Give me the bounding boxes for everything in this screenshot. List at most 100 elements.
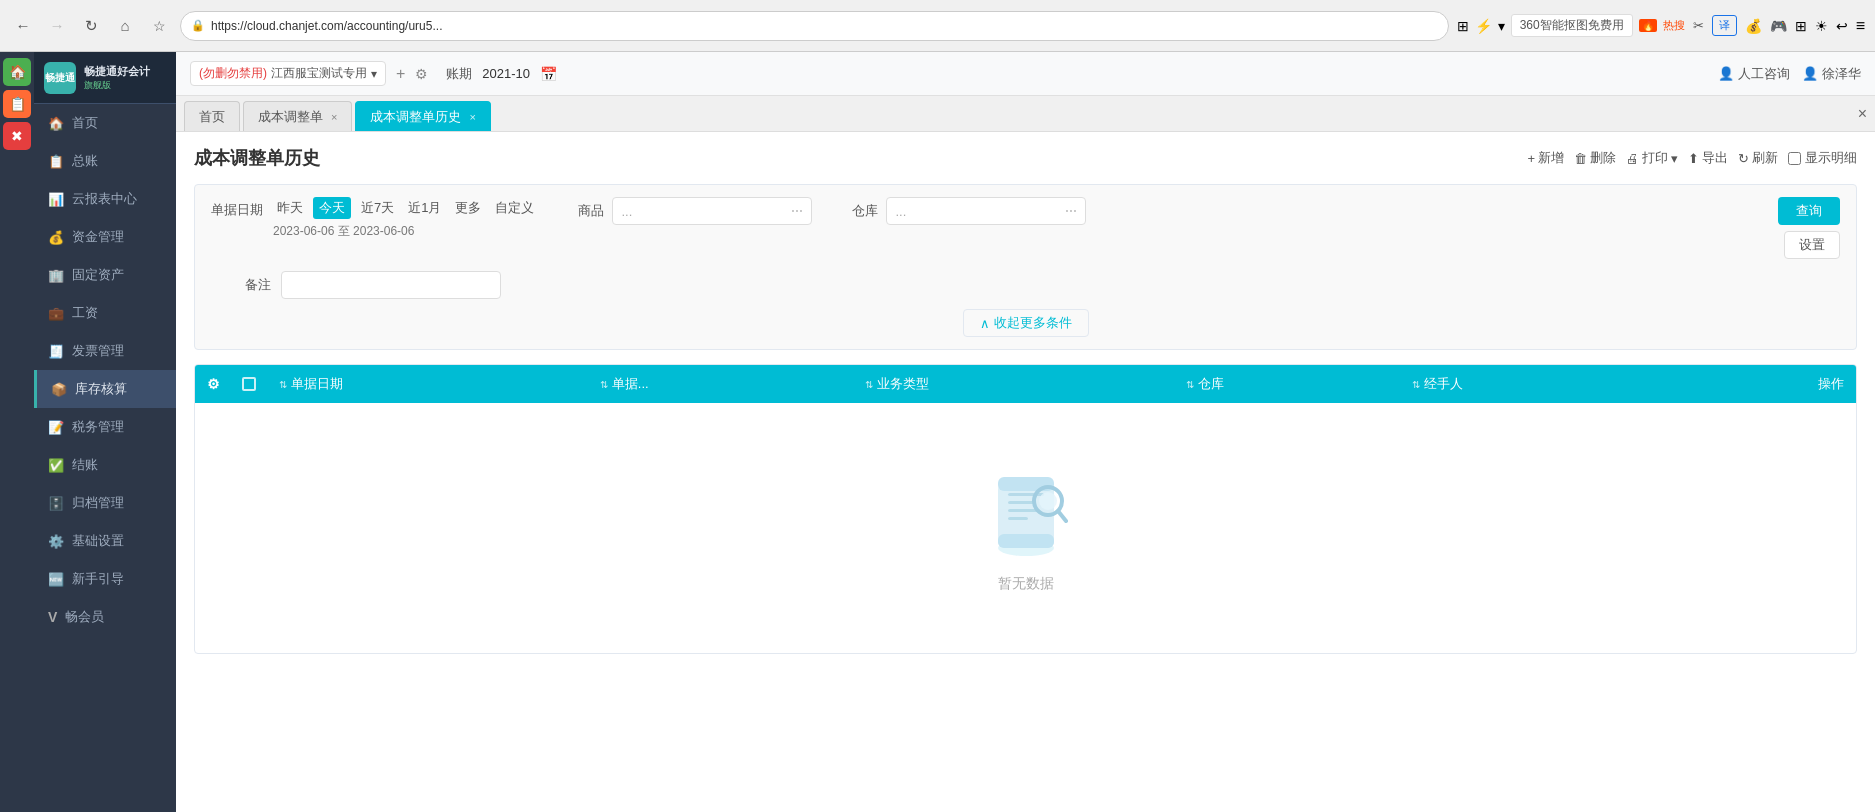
tab-history[interactable]: 成本调整单历史 ×: [355, 101, 490, 131]
lightning-button[interactable]: ⚡: [1475, 18, 1492, 34]
svg-rect-3: [998, 534, 1054, 548]
print-button[interactable]: 🖨 打印 ▾: [1626, 149, 1678, 167]
salary-icon: 💼: [48, 306, 64, 321]
refresh-button[interactable]: ↻ 刷新: [1738, 149, 1778, 167]
back-button[interactable]: ←: [10, 13, 36, 39]
translate-button[interactable]: 译: [1712, 15, 1737, 36]
sidebar-item-checkout[interactable]: ✅ 结账: [34, 446, 176, 484]
home-button[interactable]: ⌂: [112, 13, 138, 39]
window-close-button[interactable]: ×: [1858, 105, 1867, 123]
page-title: 成本调整单历史: [194, 146, 320, 170]
sidebar-item-invoice[interactable]: 🧾 发票管理: [34, 332, 176, 370]
display-toggle[interactable]: 显示明细: [1788, 149, 1857, 167]
btn-1month[interactable]: 近1月: [404, 197, 445, 219]
member-icon: V: [48, 609, 57, 625]
date-filter-label: 单据日期: [211, 197, 263, 219]
col-warehouse-sortable: ⇅ 仓库: [1186, 375, 1388, 393]
rail-item-orange[interactable]: 📋: [3, 90, 31, 118]
sidebar-item-guide[interactable]: 🆕 新手引导: [34, 560, 176, 598]
add-company-button[interactable]: +: [396, 65, 405, 83]
sidebar-item-member[interactable]: V 畅会员: [34, 598, 176, 636]
rail-item-red[interactable]: ✖: [3, 122, 31, 150]
undo-button[interactable]: ↩: [1836, 18, 1848, 34]
sort-arrows-date: ⇅: [279, 379, 287, 390]
wallet-button[interactable]: 💰: [1745, 18, 1762, 34]
forward-button[interactable]: →: [44, 13, 70, 39]
main-area: (勿删勿禁用) 江西服宝测试专用 ▾ + ⚙ 账期 2021-10 📅 👤 人工…: [176, 52, 1875, 812]
refresh-icon: ↻: [1738, 151, 1749, 166]
btn-custom[interactable]: 自定义: [491, 197, 538, 219]
reload-button[interactable]: ↻: [78, 13, 104, 39]
url-bar[interactable]: 🔒 https://cloud.chanjet.com/accounting/u…: [180, 11, 1449, 41]
sidebar-item-assets[interactable]: 🏢 固定资产: [34, 256, 176, 294]
new-button[interactable]: + 新增: [1527, 149, 1564, 167]
menu-button[interactable]: ≡: [1856, 17, 1865, 35]
goods-more-icon: ⋯: [791, 204, 803, 218]
header-checkbox[interactable]: [242, 377, 256, 391]
sidebar-label-funds: 资金管理: [72, 228, 124, 246]
btn-yesterday[interactable]: 昨天: [273, 197, 307, 219]
apps-button[interactable]: ⊞: [1795, 18, 1807, 34]
tab-adjust[interactable]: 成本调整单 ×: [243, 101, 352, 131]
collapse-button[interactable]: ∧ 收起更多条件: [963, 309, 1089, 337]
chevron-up-icon: ∧: [980, 316, 990, 331]
period-label: 账期: [446, 65, 472, 83]
cut-button[interactable]: ✂: [1693, 18, 1704, 33]
hot-badge: 🔥: [1639, 19, 1657, 32]
consult-button[interactable]: 👤 人工咨询: [1718, 65, 1790, 83]
btn-today[interactable]: 今天: [313, 197, 351, 219]
sidebar-item-reports[interactable]: 📊 云报表中心: [34, 180, 176, 218]
sidebar-item-salary[interactable]: 💼 工资: [34, 294, 176, 332]
export-button[interactable]: ⬆ 导出: [1688, 149, 1728, 167]
tab-history-close[interactable]: ×: [469, 111, 475, 123]
consult-label: 人工咨询: [1738, 65, 1790, 83]
tab-adjust-close[interactable]: ×: [331, 111, 337, 123]
search-bar[interactable]: 360智能抠图免费用: [1511, 14, 1633, 37]
data-table: ⚙ ⇅ 单据日期: [195, 365, 1856, 653]
col-check[interactable]: [231, 365, 267, 403]
sidebar-item-ledger[interactable]: 📋 总账: [34, 142, 176, 180]
star-button[interactable]: ☆: [146, 13, 172, 39]
sidebar-label-guide: 新手引导: [72, 570, 124, 588]
col-warehouse[interactable]: ⇅ 仓库: [1174, 365, 1400, 403]
sidebar-item-inventory[interactable]: 📦 库存核算: [34, 370, 176, 408]
sidebar-item-funds[interactable]: 💰 资金管理: [34, 218, 176, 256]
sidebar-item-tax[interactable]: 📝 税务管理: [34, 408, 176, 446]
col-handler[interactable]: ⇅ 经手人: [1400, 365, 1673, 403]
filter-settings-button[interactable]: 设置: [1784, 231, 1840, 259]
gamepad-button[interactable]: 🎮: [1770, 18, 1787, 34]
sidebar-item-home[interactable]: 🏠 首页: [34, 104, 176, 142]
grid-button[interactable]: ⊞: [1457, 18, 1469, 34]
gear-icon: ⚙: [207, 376, 220, 392]
display-checkbox[interactable]: [1788, 152, 1801, 165]
theme-button[interactable]: ☀: [1815, 18, 1828, 34]
delete-button[interactable]: 🗑 删除: [1574, 149, 1616, 167]
tax-icon: 📝: [48, 420, 64, 435]
sidebar-item-settings[interactable]: ⚙️ 基础设置: [34, 522, 176, 560]
company-selector[interactable]: (勿删勿禁用) 江西服宝测试专用 ▾: [190, 61, 386, 86]
url-text: https://cloud.chanjet.com/accounting/uru…: [211, 19, 442, 33]
checkout-icon: ✅: [48, 458, 64, 473]
calendar-button[interactable]: 📅: [540, 66, 557, 82]
col-type[interactable]: ⇅ 业务类型: [853, 365, 1174, 403]
rail-item-green[interactable]: 🏠: [3, 58, 31, 86]
dropdown-button[interactable]: ▾: [1498, 18, 1505, 34]
username-label: 徐泽华: [1822, 65, 1861, 83]
col-gear[interactable]: ⚙: [195, 365, 231, 403]
note-input[interactable]: [281, 271, 501, 299]
warehouse-select[interactable]: ... ⋯: [886, 197, 1086, 225]
col-date[interactable]: ⇅ 单据日期: [267, 365, 588, 403]
logo-sub-text: 旗舰版: [84, 79, 150, 92]
sidebar-label-invoice: 发票管理: [72, 342, 124, 360]
col-number[interactable]: ⇅ 单据...: [588, 365, 854, 403]
cloud-sync-button[interactable]: ⚙: [415, 66, 428, 82]
tab-home[interactable]: 首页: [184, 101, 240, 131]
query-button[interactable]: 查询: [1778, 197, 1840, 225]
btn-7days[interactable]: 近7天: [357, 197, 398, 219]
btn-more[interactable]: 更多: [451, 197, 485, 219]
sidebar-label-member: 畅会员: [65, 608, 104, 626]
settings-icon: ⚙️: [48, 534, 64, 549]
goods-select[interactable]: ... ⋯: [612, 197, 812, 225]
sidebar-item-archive[interactable]: 🗄️ 归档管理: [34, 484, 176, 522]
user-button[interactable]: 👤 徐泽华: [1802, 65, 1861, 83]
